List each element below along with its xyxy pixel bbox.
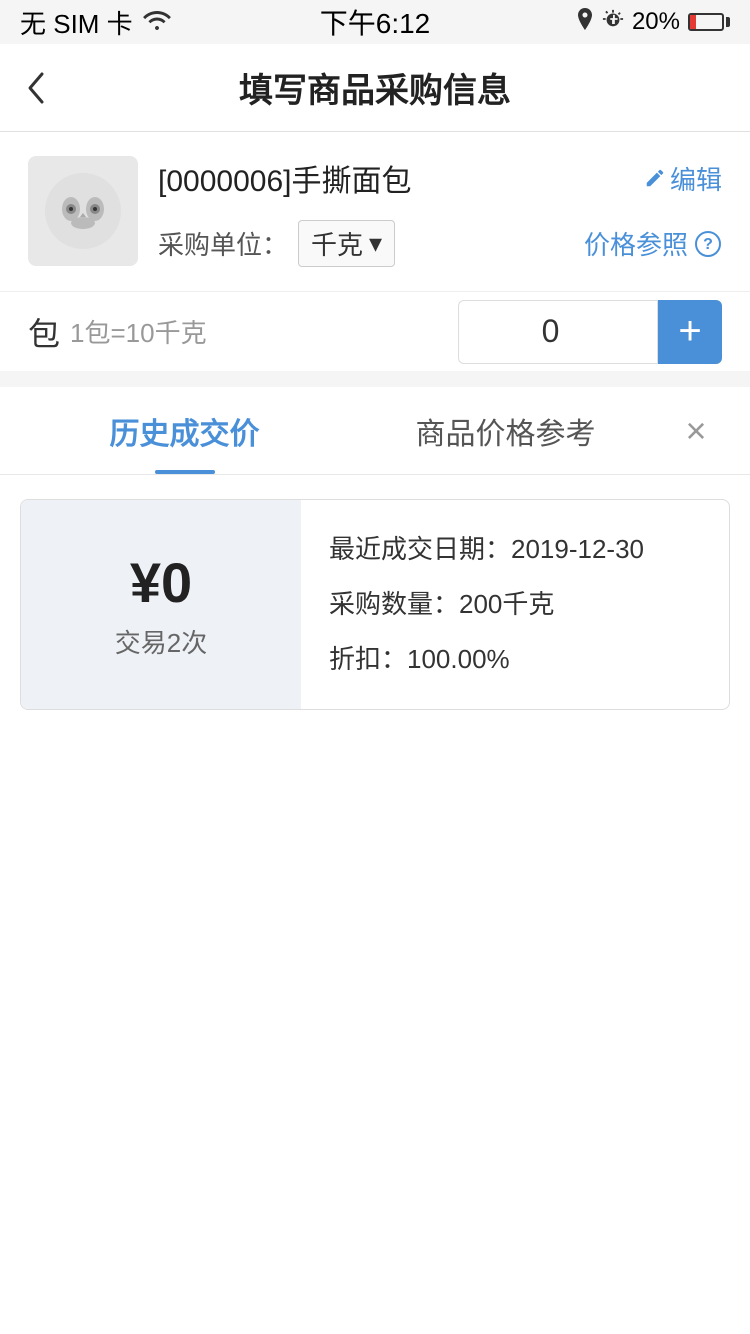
tab-header: 历史成交价 商品价格参考 × bbox=[0, 387, 750, 475]
tab-product-price-ref[interactable]: 商品价格参考 bbox=[345, 387, 666, 474]
purchase-qty-row: 采购数量：200千克 bbox=[329, 585, 701, 624]
discount-row: 折扣：100.00% bbox=[329, 640, 701, 679]
svg-text:?: ? bbox=[703, 236, 713, 253]
status-time: 下午6:12 bbox=[320, 2, 431, 42]
tab-close-button[interactable]: × bbox=[666, 401, 726, 461]
recent-date-row: 最近成交日期：2019-12-30 bbox=[329, 530, 701, 569]
product-title-row: [0000006]手撕面包 编辑 bbox=[158, 156, 722, 200]
bottom-area bbox=[0, 734, 750, 1334]
edit-button[interactable]: 编辑 bbox=[644, 160, 722, 197]
edit-label: 编辑 bbox=[670, 160, 722, 197]
tab-history-price[interactable]: 历史成交价 bbox=[24, 387, 345, 474]
wifi-icon bbox=[143, 7, 171, 38]
transaction-card: ¥0 交易2次 最近成交日期：2019-12-30 采购数量：200千克 折扣：… bbox=[20, 499, 730, 710]
product-header: [0000006]手撕面包 编辑 采购单位： 千克 ▾ 价格 bbox=[28, 156, 722, 267]
quantity-section: 包 1包=10千克 + bbox=[0, 291, 750, 371]
location-icon bbox=[576, 8, 594, 37]
product-name: [0000006]手撕面包 bbox=[158, 156, 411, 200]
battery-text: 20% bbox=[632, 8, 680, 36]
purchase-unit-label: 采购单位： 千克 ▾ bbox=[158, 220, 395, 267]
section-divider bbox=[0, 371, 750, 387]
back-button[interactable] bbox=[24, 68, 48, 108]
qty-input-group: + bbox=[458, 300, 722, 364]
card-details-panel: 最近成交日期：2019-12-30 采购数量：200千克 折扣：100.00% bbox=[301, 500, 729, 709]
qty-conversion: 1包=10千克 bbox=[70, 313, 207, 350]
package-icon: 包 bbox=[28, 309, 60, 355]
qty-plus-button[interactable]: + bbox=[658, 300, 722, 364]
card-price-panel: ¥0 交易2次 bbox=[21, 500, 301, 709]
nav-bar: 填写商品采购信息 bbox=[0, 44, 750, 132]
product-info: [0000006]手撕面包 编辑 采购单位： 千克 ▾ 价格 bbox=[158, 156, 722, 267]
card-area: ¥0 交易2次 最近成交日期：2019-12-30 采购数量：200千克 折扣：… bbox=[0, 475, 750, 734]
status-bar: 无 SIM 卡 下午6:12 20% bbox=[0, 0, 750, 44]
purchase-unit-row: 采购单位： 千克 ▾ 价格参照 ? bbox=[158, 220, 722, 267]
status-left: 无 SIM 卡 bbox=[20, 4, 171, 41]
transaction-count: 交易2次 bbox=[115, 623, 207, 660]
product-section: [0000006]手撕面包 编辑 采购单位： 千克 ▾ 价格 bbox=[0, 132, 750, 291]
price-amount: ¥0 bbox=[130, 550, 192, 615]
qty-label: 包 1包=10千克 bbox=[28, 309, 207, 355]
battery-icon bbox=[688, 13, 730, 31]
qty-input[interactable] bbox=[458, 300, 658, 364]
price-reference-button[interactable]: 价格参照 ? bbox=[584, 225, 722, 262]
tab-section: 历史成交价 商品价格参考 × ¥0 交易2次 最近成交日期：2019-12-30… bbox=[0, 387, 750, 734]
carrier-text: 无 SIM 卡 bbox=[20, 4, 133, 41]
status-right: 20% bbox=[576, 8, 730, 37]
page-title: 填写商品采购信息 bbox=[239, 63, 511, 112]
tab-underline bbox=[155, 470, 215, 474]
product-thumbnail bbox=[28, 156, 138, 266]
alarm-icon bbox=[602, 8, 624, 37]
unit-select[interactable]: 千克 ▾ bbox=[298, 220, 395, 267]
